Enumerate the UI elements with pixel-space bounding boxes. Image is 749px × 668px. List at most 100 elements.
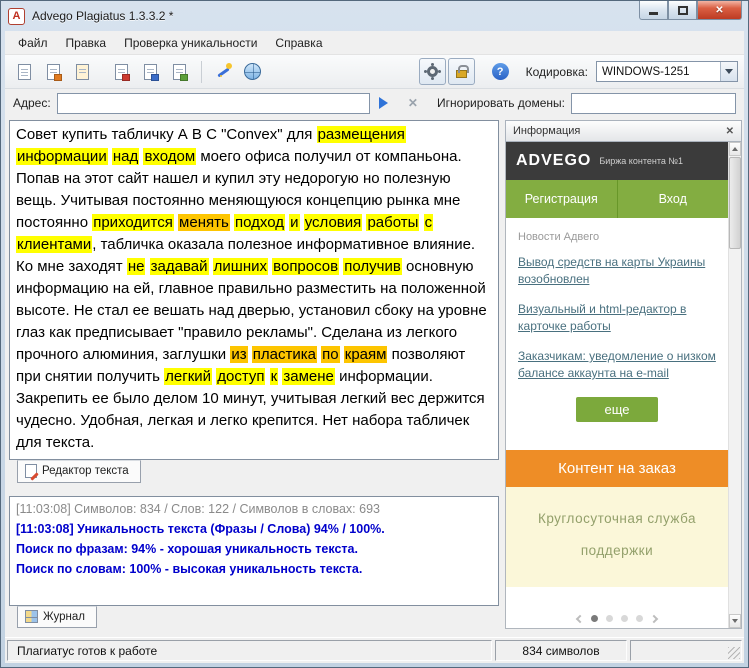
log-line: Поиск по словам: 100% - высокая уникальн… bbox=[16, 562, 363, 576]
encoding-value: WINDOWS-1251 bbox=[602, 65, 690, 78]
address-label: Адрес: bbox=[13, 96, 51, 110]
app-window: A Advego Plagiatus 1.3.3.2 * ✕ Файл Прав… bbox=[0, 0, 749, 668]
highlighted-text: не bbox=[126, 258, 146, 275]
window-title: Advego Plagiatus 1.3.3.2 * bbox=[32, 9, 174, 23]
paste-report-button[interactable] bbox=[108, 58, 135, 85]
log-line: Поиск по фразам: 94% - хорошая уникально… bbox=[16, 542, 358, 556]
info-panel: Информация ✕ ADVEGO Биржа контента №1 Ре… bbox=[505, 120, 742, 637]
highlighted-text: из bbox=[230, 346, 248, 363]
maximize-icon bbox=[677, 5, 688, 15]
scroll-down-button[interactable] bbox=[729, 614, 741, 628]
tab-journal[interactable]: Журнал bbox=[17, 606, 97, 628]
info-panel-header: Информация ✕ bbox=[505, 120, 742, 142]
copy-document-button[interactable] bbox=[137, 58, 164, 85]
scroll-up-button[interactable] bbox=[729, 142, 741, 156]
webview-scrollbar[interactable] bbox=[728, 142, 741, 628]
text-editor[interactable]: Совет купить табличку А В С "Convex" для… bbox=[9, 120, 499, 460]
news-link[interactable]: Заказчикам: уведомление о низком балансе… bbox=[518, 348, 716, 382]
panel-close-icon: ✕ bbox=[725, 126, 734, 137]
check-uniqueness-button[interactable] bbox=[210, 58, 237, 85]
settings-button[interactable] bbox=[418, 58, 446, 85]
highlighted-text: получив bbox=[343, 258, 402, 275]
editor-tabstrip: Редактор текста bbox=[9, 460, 499, 486]
highlighted-text: входом bbox=[143, 148, 197, 165]
clear-address-button[interactable]: ✕ bbox=[403, 92, 423, 114]
open-file-button[interactable] bbox=[69, 58, 96, 85]
char-count: 834 символов bbox=[522, 643, 600, 658]
web-check-button[interactable] bbox=[239, 58, 266, 85]
paste-report-icon bbox=[115, 63, 130, 81]
menu-help[interactable]: Справка bbox=[266, 33, 331, 53]
more-news-button[interactable]: еще bbox=[576, 397, 658, 422]
resize-grip[interactable] bbox=[728, 647, 740, 659]
scroll-up-icon bbox=[732, 144, 738, 151]
encoding-label: Кодировка: bbox=[525, 64, 588, 79]
carousel-next-icon[interactable] bbox=[649, 614, 659, 623]
ignore-domains-input[interactable] bbox=[570, 92, 736, 114]
open-html-button[interactable] bbox=[40, 58, 67, 85]
plain-text bbox=[419, 214, 423, 231]
address-input[interactable] bbox=[56, 92, 371, 114]
proxy-button[interactable] bbox=[447, 58, 475, 85]
login-button[interactable]: Вход bbox=[617, 180, 728, 218]
left-column: Совет купить табличку А В С "Convex" для… bbox=[9, 120, 499, 637]
scrollbar-thumb[interactable] bbox=[729, 157, 741, 249]
carousel-dot[interactable] bbox=[636, 615, 643, 622]
encoding-select[interactable]: WINDOWS-1251 bbox=[596, 61, 738, 82]
highlighted-text: краям bbox=[343, 346, 388, 363]
proxy-lock-icon bbox=[455, 65, 469, 78]
support-line: Круглосуточная служба bbox=[537, 511, 697, 526]
ignore-domains-label: Игнорировать домены: bbox=[437, 96, 565, 110]
news-link[interactable]: Вывод средств на карты Украины возобновл… bbox=[518, 254, 716, 288]
advego-header: ADVEGO Биржа контента №1 bbox=[506, 142, 728, 180]
register-button[interactable]: Регистрация bbox=[506, 180, 618, 218]
carousel-dot[interactable] bbox=[591, 615, 598, 622]
minimize-icon bbox=[649, 12, 658, 15]
menu-file[interactable]: Файл bbox=[9, 33, 57, 53]
carousel-prev-icon[interactable] bbox=[575, 614, 585, 623]
carousel-dot[interactable] bbox=[606, 615, 613, 622]
minimize-button[interactable] bbox=[639, 1, 668, 20]
close-button[interactable]: ✕ bbox=[697, 1, 742, 20]
help-button[interactable]: ? bbox=[487, 58, 514, 85]
highlighted-text: задавай bbox=[149, 258, 209, 275]
web-check-icon bbox=[244, 63, 261, 80]
highlighted-text: лишних bbox=[212, 258, 268, 275]
carousel-dot[interactable] bbox=[621, 615, 628, 622]
highlighted-text: доступ bbox=[216, 368, 266, 385]
check-uniqueness-icon bbox=[214, 62, 233, 81]
highlighted-text: по bbox=[321, 346, 340, 363]
tab-text-editor[interactable]: Редактор текста bbox=[17, 460, 141, 483]
editor-tab-icon bbox=[25, 464, 37, 478]
dropdown-arrow-icon[interactable] bbox=[720, 62, 737, 81]
main-area: Совет купить табличку А В С "Convex" для… bbox=[5, 117, 744, 637]
open-html-icon bbox=[47, 63, 62, 81]
maximize-button[interactable] bbox=[668, 1, 697, 20]
carousel bbox=[506, 607, 728, 628]
highlighted-text: легкий bbox=[164, 368, 213, 385]
go-button[interactable] bbox=[376, 92, 396, 114]
export-report-icon bbox=[173, 63, 188, 81]
news-link[interactable]: Визуальный и html-редактор в карточке ра… bbox=[518, 301, 716, 335]
highlighted-text: над bbox=[111, 148, 140, 165]
log-output[interactable]: [11:03:08] Символов: 834 / Слов: 122 / С… bbox=[9, 496, 499, 606]
close-icon: ✕ bbox=[715, 4, 724, 16]
support-banner: Круглосуточная служба поддержки bbox=[506, 487, 728, 587]
order-content-banner[interactable]: Контент на заказ bbox=[506, 450, 728, 487]
advego-logo[interactable]: ADVEGO bbox=[516, 152, 591, 170]
copy-document-icon bbox=[144, 63, 159, 81]
log-line: [11:03:08] Уникальность текста (Фразы / … bbox=[16, 522, 385, 536]
auth-row: Регистрация Вход bbox=[506, 180, 728, 218]
editor-text: Совет купить табличку А В С "Convex" для… bbox=[16, 124, 492, 454]
menu-edit[interactable]: Правка bbox=[57, 33, 116, 53]
log-line: [11:03:08] Символов: 834 / Слов: 122 / С… bbox=[16, 502, 380, 516]
titlebar[interactable]: A Advego Plagiatus 1.3.3.2 * ✕ bbox=[1, 1, 748, 28]
info-panel-close-button[interactable]: ✕ bbox=[726, 125, 734, 137]
menu-check-uniqueness[interactable]: Проверка уникальности bbox=[115, 33, 266, 53]
highlighted-text: с bbox=[423, 214, 434, 231]
go-arrow-icon bbox=[378, 97, 394, 109]
new-document-button[interactable] bbox=[11, 58, 38, 85]
export-report-button[interactable] bbox=[166, 58, 193, 85]
plain-text: Совет купить табличку А В С "Convex" для bbox=[16, 126, 317, 143]
highlighted-text: подход bbox=[233, 214, 285, 231]
